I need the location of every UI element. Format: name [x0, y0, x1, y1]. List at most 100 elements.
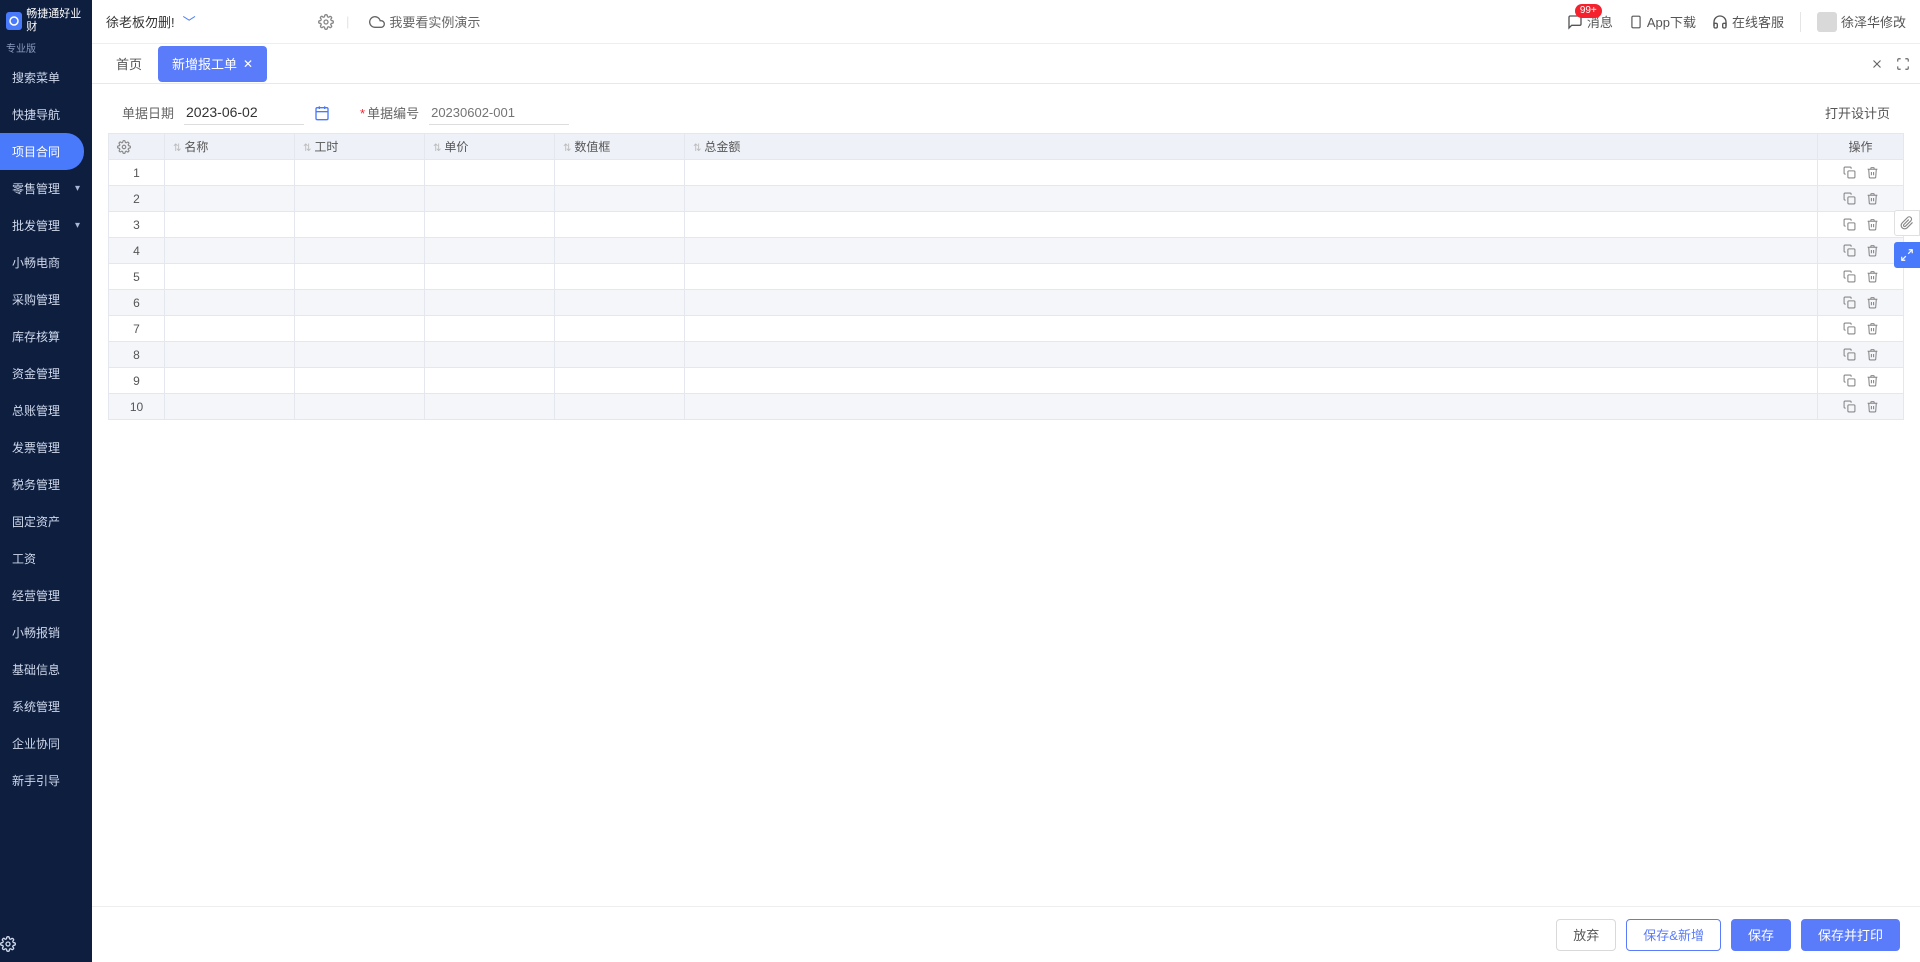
cell-amount[interactable]: [685, 290, 1818, 316]
cell-time[interactable]: [295, 238, 425, 264]
row-delete-button[interactable]: [1866, 400, 1879, 413]
col-header-price[interactable]: ⇅单价: [425, 134, 555, 160]
sidebar-item-12[interactable]: 固定资产: [0, 503, 92, 540]
row-copy-button[interactable]: [1843, 296, 1856, 309]
column-config-button[interactable]: [109, 134, 165, 160]
cell-amount[interactable]: [685, 264, 1818, 290]
cell-name[interactable]: [165, 368, 295, 394]
sidebar-settings[interactable]: [0, 926, 92, 962]
cell-name[interactable]: [165, 394, 295, 420]
cell-price[interactable]: [425, 368, 555, 394]
cell-price[interactable]: [425, 238, 555, 264]
sidebar-item-14[interactable]: 经营管理: [0, 577, 92, 614]
cell-valuebox[interactable]: [555, 342, 685, 368]
sidebar-item-10[interactable]: 发票管理: [0, 429, 92, 466]
col-header-name[interactable]: ⇅名称: [165, 134, 295, 160]
cell-time[interactable]: [295, 264, 425, 290]
cell-valuebox[interactable]: [555, 368, 685, 394]
cell-time[interactable]: [295, 394, 425, 420]
number-input[interactable]: [429, 101, 569, 125]
row-delete-button[interactable]: [1866, 348, 1879, 361]
sidebar-item-18[interactable]: 企业协同: [0, 725, 92, 762]
row-delete-button[interactable]: [1866, 322, 1879, 335]
cell-amount[interactable]: [685, 212, 1818, 238]
row-delete-button[interactable]: [1866, 296, 1879, 309]
cell-valuebox[interactable]: [555, 290, 685, 316]
sidebar-item-1[interactable]: 快捷导航: [0, 96, 92, 133]
discard-button[interactable]: 放弃: [1556, 919, 1616, 951]
cell-price[interactable]: [425, 212, 555, 238]
cell-price[interactable]: [425, 264, 555, 290]
sidebar-item-13[interactable]: 工资: [0, 540, 92, 577]
cell-price[interactable]: [425, 160, 555, 186]
cell-time[interactable]: [295, 316, 425, 342]
cell-valuebox[interactable]: [555, 316, 685, 342]
sidebar-item-5[interactable]: 小畅电商: [0, 244, 92, 281]
cell-time[interactable]: [295, 212, 425, 238]
online-service-button[interactable]: 在线客服: [1712, 12, 1784, 31]
cell-amount[interactable]: [685, 368, 1818, 394]
cell-amount[interactable]: [685, 160, 1818, 186]
cell-price[interactable]: [425, 316, 555, 342]
cell-amount[interactable]: [685, 394, 1818, 420]
save-new-button[interactable]: 保存&新增: [1626, 919, 1721, 951]
cell-valuebox[interactable]: [555, 212, 685, 238]
cell-time[interactable]: [295, 186, 425, 212]
cell-name[interactable]: [165, 316, 295, 342]
row-copy-button[interactable]: [1843, 192, 1856, 205]
cell-name[interactable]: [165, 342, 295, 368]
cell-amount[interactable]: [685, 186, 1818, 212]
sidebar-item-17[interactable]: 系统管理: [0, 688, 92, 725]
row-copy-button[interactable]: [1843, 270, 1856, 283]
cell-name[interactable]: [165, 264, 295, 290]
sidebar-item-0[interactable]: 搜索菜单: [0, 59, 92, 96]
cell-amount[interactable]: [685, 342, 1818, 368]
col-header-time[interactable]: ⇅工时: [295, 134, 425, 160]
cell-name[interactable]: [165, 290, 295, 316]
row-copy-button[interactable]: [1843, 322, 1856, 335]
row-delete-button[interactable]: [1866, 244, 1879, 257]
row-delete-button[interactable]: [1866, 192, 1879, 205]
expand-tool[interactable]: [1894, 242, 1920, 268]
sidebar-item-19[interactable]: 新手引导: [0, 762, 92, 799]
cell-price[interactable]: [425, 394, 555, 420]
cell-time[interactable]: [295, 368, 425, 394]
cell-name[interactable]: [165, 186, 295, 212]
demo-link[interactable]: 我要看实例演示: [369, 12, 480, 31]
tab-0[interactable]: 首页: [102, 46, 156, 82]
cell-amount[interactable]: [685, 238, 1818, 264]
sidebar-item-2[interactable]: 项目合同: [0, 133, 84, 170]
sidebar-item-3[interactable]: 零售管理▾: [0, 170, 92, 207]
cell-name[interactable]: [165, 238, 295, 264]
attachment-tool[interactable]: [1894, 210, 1920, 236]
sidebar-item-9[interactable]: 总账管理: [0, 392, 92, 429]
sidebar-item-4[interactable]: 批发管理▾: [0, 207, 92, 244]
cell-time[interactable]: [295, 290, 425, 316]
sidebar-item-16[interactable]: 基础信息: [0, 651, 92, 688]
row-delete-button[interactable]: [1866, 270, 1879, 283]
cell-amount[interactable]: [685, 316, 1818, 342]
cell-name[interactable]: [165, 212, 295, 238]
tab-1[interactable]: 新增报工单✕: [158, 46, 267, 82]
cell-valuebox[interactable]: [555, 238, 685, 264]
org-settings-button[interactable]: [318, 14, 334, 30]
app-download-button[interactable]: App下载: [1629, 12, 1696, 31]
sidebar-item-7[interactable]: 库存核算: [0, 318, 92, 355]
org-selector[interactable]: 徐老板勿删! ﹀: [106, 12, 306, 31]
fullscreen-button[interactable]: [1896, 57, 1910, 71]
cell-name[interactable]: [165, 160, 295, 186]
cell-price[interactable]: [425, 186, 555, 212]
save-button[interactable]: 保存: [1731, 919, 1791, 951]
messages-button[interactable]: 99+ 消息: [1567, 12, 1613, 31]
row-copy-button[interactable]: [1843, 400, 1856, 413]
cell-time[interactable]: [295, 342, 425, 368]
sidebar-item-11[interactable]: 税务管理: [0, 466, 92, 503]
row-copy-button[interactable]: [1843, 244, 1856, 257]
cell-valuebox[interactable]: [555, 186, 685, 212]
row-copy-button[interactable]: [1843, 348, 1856, 361]
date-input[interactable]: [184, 100, 304, 125]
tabs-close-button[interactable]: [1870, 57, 1884, 71]
row-delete-button[interactable]: [1866, 374, 1879, 387]
row-delete-button[interactable]: [1866, 218, 1879, 231]
cell-price[interactable]: [425, 342, 555, 368]
